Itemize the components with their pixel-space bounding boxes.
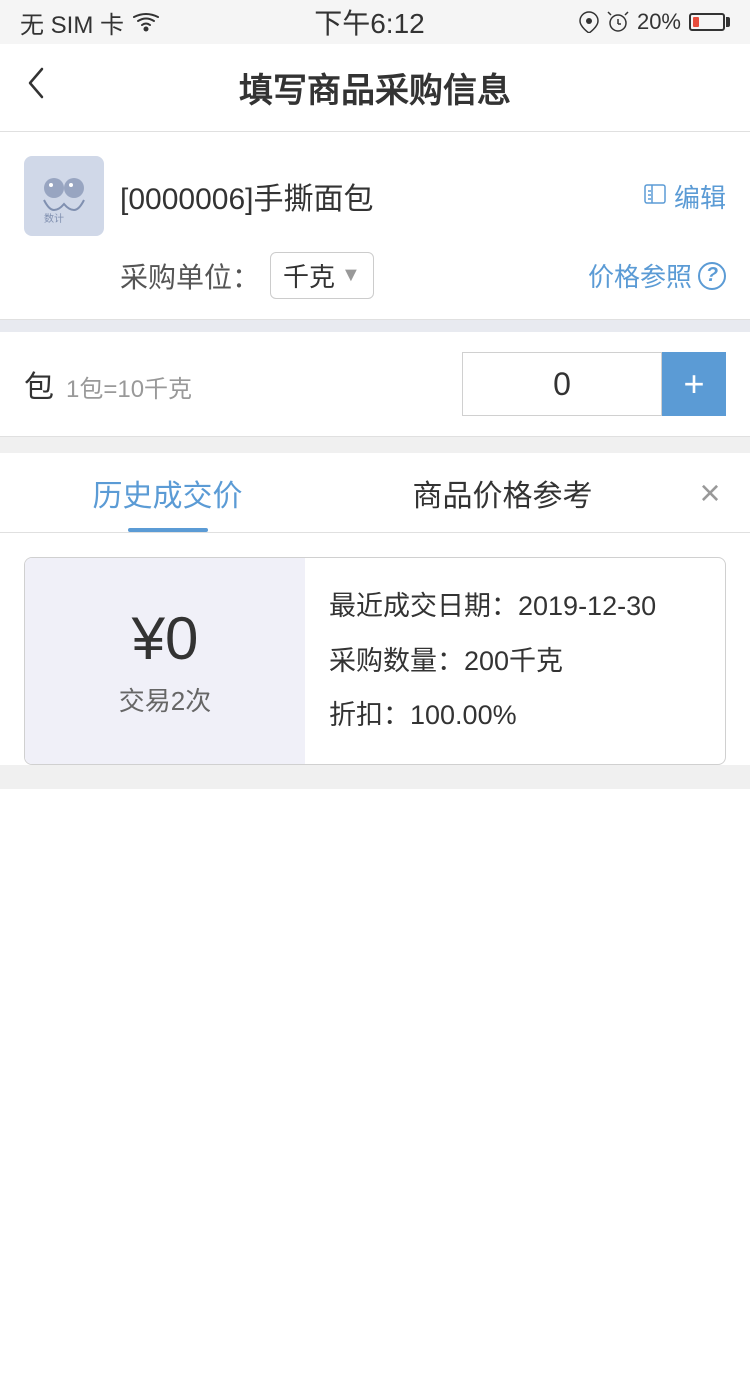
quantity-row-detail: 采购数量：200千克 — [329, 641, 701, 682]
recent-date-label: 最近成交日期： — [329, 591, 518, 621]
quantity-input[interactable]: 0 — [462, 352, 662, 416]
edit-label: 编辑 — [674, 178, 726, 215]
recent-date-value: 2019-12-30 — [518, 591, 656, 621]
discount-row: 折扣：100.00% — [329, 695, 701, 736]
unit-value: 千克 — [283, 257, 335, 294]
price-currency: ¥ — [132, 605, 165, 672]
info-icon: ? — [698, 262, 726, 290]
tabs-section: 历史成交价 商品价格参考 × ¥0 交易2次 最近成交日期：2019-12-30… — [0, 453, 750, 765]
purchase-quantity-value: 200千克 — [464, 646, 563, 676]
main-content — [0, 789, 750, 1389]
price-trades: 交易2次 — [119, 681, 211, 718]
carrier-text: 无 SIM 卡 — [20, 5, 124, 40]
battery-icon — [689, 13, 730, 31]
back-button[interactable] — [24, 65, 48, 110]
price-right-panel: 最近成交日期：2019-12-30 采购数量：200千克 折扣：100.00% — [305, 558, 725, 764]
product-unit-row: 采购单位： 千克 ▼ 价格参照 ? — [120, 252, 726, 299]
price-value: 0 — [165, 605, 198, 672]
recent-date-row: 最近成交日期：2019-12-30 — [329, 586, 701, 627]
edit-icon — [644, 184, 668, 208]
product-card: 数计 [0000006]手撕面包 编辑 采购单位： 千克 ▼ 价格参照 — [0, 132, 750, 320]
quantity-divider — [0, 320, 750, 332]
price-left-panel: ¥0 交易2次 — [25, 558, 305, 764]
location-icon — [579, 11, 599, 33]
nav-bar: 填写商品采购信息 — [0, 44, 750, 132]
quantity-plus-button[interactable]: + — [662, 352, 726, 416]
tab2-label: 商品价格参考 — [413, 471, 593, 515]
price-card: ¥0 交易2次 最近成交日期：2019-12-30 采购数量：200千克 折扣：… — [24, 557, 726, 765]
quantity-value: 0 — [553, 366, 571, 403]
price-amount: ¥0 — [132, 604, 199, 673]
product-thumbnail: 数计 — [24, 156, 104, 236]
price-ref-label: 价格参照 — [588, 257, 692, 294]
purchase-quantity-label: 采购数量： — [329, 646, 464, 676]
quantity-controls: 0 + — [462, 352, 726, 416]
quantity-section: 包 1包=10千克 0 + — [0, 320, 750, 437]
tab-active-indicator — [128, 528, 208, 532]
status-bar: 无 SIM 卡 下午6:12 20% — [0, 0, 750, 44]
quantity-row: 包 1包=10千克 0 + — [0, 332, 750, 436]
status-time: 下午6:12 — [314, 2, 425, 42]
tab1-label: 历史成交价 — [93, 471, 243, 515]
tab-history-price[interactable]: 历史成交价 — [0, 453, 335, 532]
tab-close-button[interactable]: × — [670, 472, 750, 514]
unit-label: 采购单位： — [120, 256, 260, 296]
discount-value: 100.00% — [410, 700, 517, 730]
unit-select[interactable]: 千克 ▼ — [270, 252, 374, 299]
edit-button[interactable]: 编辑 — [644, 178, 726, 215]
product-logo: 数计 — [34, 166, 94, 226]
alarm-icon — [607, 11, 629, 33]
status-right: 20% — [579, 9, 730, 35]
quantity-unit-sub: 1包=10千克 — [66, 369, 192, 404]
status-left: 无 SIM 卡 — [20, 5, 160, 40]
product-header: 数计 [0000006]手撕面包 编辑 — [24, 156, 726, 236]
quantity-unit-main: 包 — [24, 362, 54, 406]
price-ref-button[interactable]: 价格参照 ? — [588, 257, 726, 294]
tab-price-ref[interactable]: 商品价格参考 — [335, 453, 670, 532]
svg-text:数计: 数计 — [44, 212, 64, 225]
page-title: 填写商品采购信息 — [239, 63, 511, 112]
quantity-label: 包 1包=10千克 — [24, 362, 192, 406]
discount-label: 折扣： — [329, 700, 410, 730]
battery-percent: 20% — [637, 9, 681, 35]
wifi-icon — [132, 12, 160, 32]
product-name: [0000006]手撕面包 — [120, 174, 373, 218]
close-icon: × — [699, 472, 720, 514]
unit-chevron-icon: ▼ — [341, 264, 361, 287]
tabs-header: 历史成交价 商品价格参考 × — [0, 453, 750, 533]
product-left: 数计 [0000006]手撕面包 — [24, 156, 373, 236]
